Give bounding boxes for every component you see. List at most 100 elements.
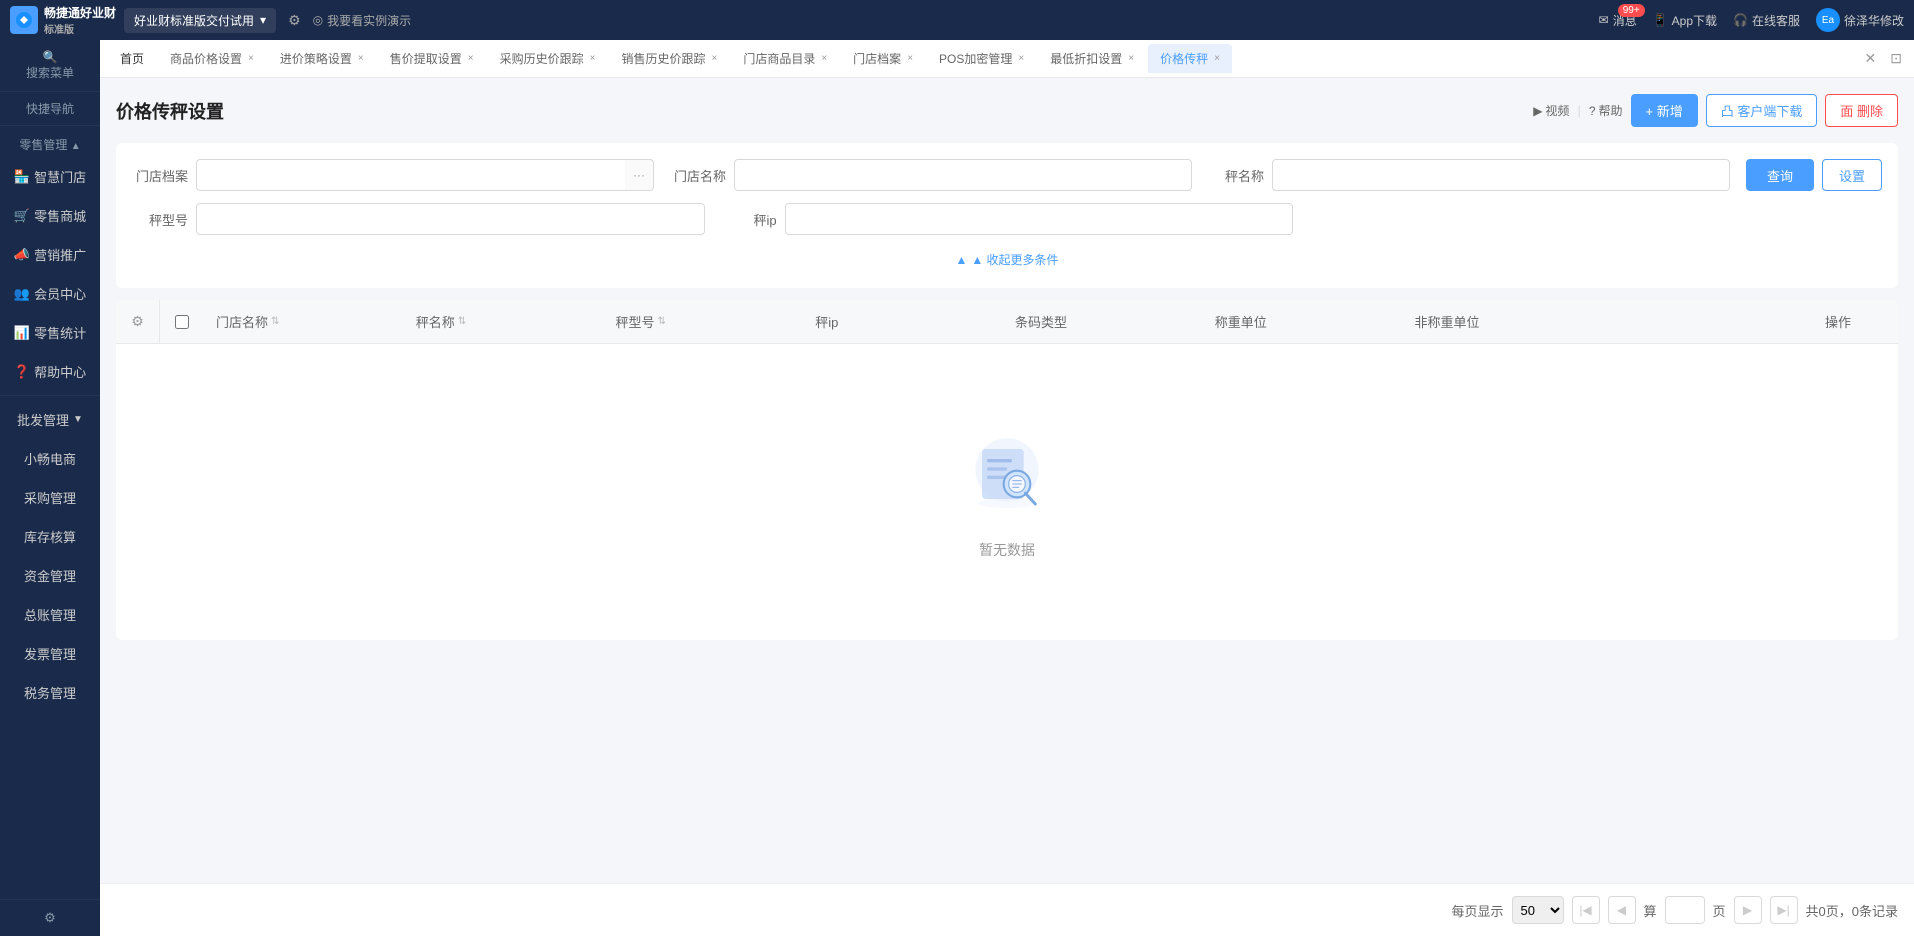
sidebar-item-zijin-guanli[interactable]: 资金管理 xyxy=(0,556,100,595)
chevron-down-icon: ▾ xyxy=(260,13,266,27)
sidebar-item-caigou-guanli[interactable]: 采购管理 xyxy=(0,478,100,517)
table-settings-button[interactable]: ⚙ xyxy=(116,300,160,344)
prev-page-button[interactable]: ◀ xyxy=(1608,896,1636,924)
tab-close-jinjia-celue[interactable]: × xyxy=(358,53,364,64)
sidebar-item-lingshou-tongji[interactable]: 📊 零售统计 xyxy=(0,313,100,352)
help-icon: ❓ xyxy=(14,364,30,380)
sidebar-item-bangzhu-zhongxin[interactable]: ❓ 帮助中心 xyxy=(0,352,100,391)
avatar: Ea xyxy=(1816,8,1840,32)
download-client-button[interactable]: 凸 客户端下载 xyxy=(1706,94,1818,127)
tab-maximize-button[interactable]: ⊡ xyxy=(1886,46,1906,71)
tab-home[interactable]: 首页 xyxy=(108,44,156,73)
product-selector[interactable]: 好业财标准版交付试用 ▾ xyxy=(124,8,276,33)
sidebar-search[interactable]: 🔍 搜索菜单 xyxy=(0,40,100,92)
help-link[interactable]: ? 帮助 xyxy=(1589,102,1623,119)
table-container: ⚙ 门店名称 ⇅ 秤名称 ⇅ xyxy=(116,300,1898,640)
input-cheng-mingcheng[interactable] xyxy=(1272,159,1730,191)
tab-close-button[interactable]: ✕ xyxy=(1861,46,1881,71)
tab-close-mendian-mulu[interactable]: × xyxy=(821,53,827,64)
tab-close-zuidi-zhekou[interactable]: × xyxy=(1128,53,1134,64)
col-mendian-mingcheng[interactable]: 门店名称 ⇅ xyxy=(204,312,404,331)
sidebar-item-shuiwu-guanli[interactable]: 税务管理 xyxy=(0,673,100,712)
delete-button[interactable]: 面 删除 xyxy=(1825,94,1898,127)
sidebar-quick-nav[interactable]: 快捷导航 xyxy=(0,92,100,126)
tab-jiage-chuancheng[interactable]: 价格传秤 × xyxy=(1148,44,1232,73)
tab-caigou-lishi[interactable]: 采购历史价跟踪 × xyxy=(488,44,608,73)
sidebar-item-zhihui-mendian[interactable]: 🏪 智慧门店 xyxy=(0,157,100,196)
tab-close-xiaoshou-lishi[interactable]: × xyxy=(711,53,717,64)
demo-link[interactable]: ◎ 我要看实例演示 xyxy=(313,12,412,29)
online-service-button[interactable]: 🎧 在线客服 xyxy=(1733,12,1800,29)
content-area: 首页 商品价格设置 × 进价策略设置 × 售价提取设置 × 采购历史价跟踪 × xyxy=(100,40,1914,936)
eye-icon: ◎ xyxy=(313,13,323,27)
select-all-checkbox[interactable] xyxy=(175,315,189,329)
col-cheng-xinghao[interactable]: 秤型号 ⇅ xyxy=(604,312,804,331)
add-button[interactable]: + 新增 xyxy=(1631,94,1698,127)
query-button[interactable]: 查询 xyxy=(1746,159,1814,191)
tab-jinjia-celue[interactable]: 进价策略设置 × xyxy=(268,44,376,73)
sort-icon-cheng-mingcheng: ⇅ xyxy=(458,316,466,327)
sidebar-item-lingshou-shangcheng[interactable]: 🛒 零售商城 xyxy=(0,196,100,235)
sidebar-item-xiaochang-dianshang[interactable]: 小畅电商 xyxy=(0,439,100,478)
search-form: 门店档案 ··· 门店名称 秤名称 xyxy=(116,143,1898,288)
page-content: 价格传秤设置 ▶ 视频 | ? 帮助 + 新增 xyxy=(100,78,1914,883)
label-mendian-mingcheng: 门店名称 xyxy=(670,166,726,185)
gear-icon: ⚙ xyxy=(44,910,56,925)
tab-mendian-dangan[interactable]: 门店档案 × xyxy=(841,44,925,73)
sidebar-item-huiyuan-zhongxin[interactable]: 👥 会员中心 xyxy=(0,274,100,313)
input-mendian-mingcheng[interactable] xyxy=(734,159,1192,191)
video-icon: ▶ xyxy=(1533,104,1542,118)
sidebar-item-pifa-guanli[interactable]: 批发管理 ▼ xyxy=(0,400,100,439)
message-button[interactable]: ✉ 消息 99+ xyxy=(1599,12,1637,29)
tab-shangpin-jiage[interactable]: 商品价格设置 × xyxy=(158,44,266,73)
tab-close-shoushou-tijian[interactable]: × xyxy=(468,53,474,64)
logo-icon xyxy=(10,6,38,34)
sidebar-settings-button[interactable]: ⚙ xyxy=(0,899,100,936)
last-page-button[interactable]: ▶| xyxy=(1770,896,1798,924)
form-row-1: 门店档案 ··· 门店名称 秤名称 xyxy=(132,159,1882,191)
collapse-button[interactable]: ▲ ▲ 收起更多条件 xyxy=(132,247,1882,272)
section-arrow-icon: ▲ xyxy=(71,141,81,152)
tab-close-mendian-dangan[interactable]: × xyxy=(907,53,913,64)
settings-button[interactable]: 设置 xyxy=(1822,159,1882,191)
sidebar-item-zhangzhang-guanli[interactable]: 总账管理 xyxy=(0,595,100,634)
input-cheng-xinghao[interactable] xyxy=(196,203,705,235)
input-cheng-ip[interactable] xyxy=(785,203,1294,235)
sidebar-item-kucun-hesuan[interactable]: 库存核算 xyxy=(0,517,100,556)
tab-xiaoshou-lishi[interactable]: 销售历史价跟踪 × xyxy=(609,44,729,73)
page-size-select[interactable]: 10 20 50 100 xyxy=(1512,896,1564,924)
settings-icon: ⚙ xyxy=(131,313,144,330)
checkbox-col-header[interactable] xyxy=(160,315,204,329)
input-mendian-dangan[interactable] xyxy=(196,159,625,191)
sidebar-item-yingxiao-tuiguang[interactable]: 📣 营销推广 xyxy=(0,235,100,274)
sidebar-item-fapiao-guanli[interactable]: 发票管理 xyxy=(0,634,100,673)
tab-close-pos-jiami[interactable]: × xyxy=(1018,53,1024,64)
tab-pos-jiami[interactable]: POS加密管理 × xyxy=(927,44,1036,73)
pifa-arrow-icon: ▼ xyxy=(73,414,83,425)
top-bar-right: ✉ 消息 99+ 📱 App下载 🎧 在线客服 Ea 徐泽华修改 xyxy=(1599,8,1904,32)
tab-close-shangpin-jiage[interactable]: × xyxy=(248,53,254,64)
label-mendian-dangan: 门店档案 xyxy=(132,166,188,185)
app-download-button[interactable]: 📱 App下载 xyxy=(1653,12,1717,29)
col-cheng-mingcheng[interactable]: 秤名称 ⇅ xyxy=(404,312,604,331)
tab-mendian-mulu[interactable]: 门店商品目录 × xyxy=(731,44,839,73)
label-cheng-xinghao: 秤型号 xyxy=(132,210,188,229)
col-caozuo: 操作 xyxy=(1778,312,1898,331)
stats-icon: 📊 xyxy=(14,325,30,341)
video-link[interactable]: ▶ 视频 xyxy=(1533,102,1569,119)
user-profile-button[interactable]: Ea 徐泽华修改 xyxy=(1816,8,1904,32)
retail-mgmt-section: 零售管理 ▲ xyxy=(0,126,100,157)
first-page-button[interactable]: |◀ xyxy=(1572,896,1600,924)
tab-close-caigou-lishi[interactable]: × xyxy=(590,53,596,64)
tab-zuidi-zhekou[interactable]: 最低折扣设置 × xyxy=(1038,44,1146,73)
tab-close-jiage-chuancheng[interactable]: × xyxy=(1214,53,1220,64)
col-tiaoma-leixing: 条码类型 xyxy=(1003,312,1203,331)
topbar-settings-button[interactable]: ⚙ xyxy=(284,8,305,33)
next-page-button[interactable]: ▶ xyxy=(1734,896,1762,924)
store-icon: 🏪 xyxy=(14,169,30,185)
more-btn-mendian-dangan[interactable]: ··· xyxy=(625,159,654,191)
tab-shoushou-tijian[interactable]: 售价提取设置 × xyxy=(378,44,486,73)
main-layout: 🔍 搜索菜单 快捷导航 零售管理 ▲ 🏪 智慧门店 🛒 零售商城 📣 营销推广 xyxy=(0,40,1914,936)
sidebar-divider-1 xyxy=(0,395,100,396)
page-number-input[interactable]: 1 xyxy=(1665,896,1705,924)
